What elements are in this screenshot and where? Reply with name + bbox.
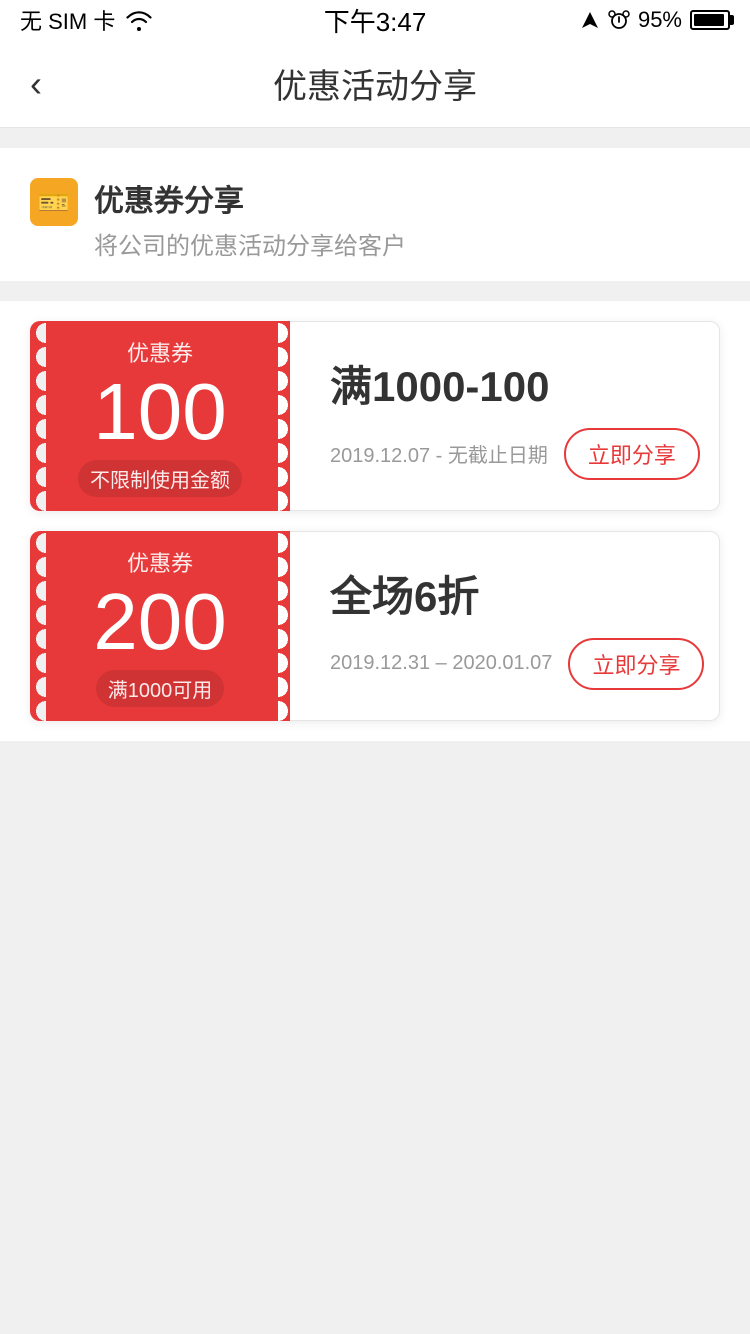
page-title: 优惠活动分享 bbox=[273, 59, 477, 108]
section-subtitle: 将公司的优惠活动分享给客户 bbox=[94, 226, 406, 261]
coupon-left-1: 优惠券 100 不限制使用金额 bbox=[30, 321, 290, 511]
section-header: 🎫 优惠券分享 将公司的优惠活动分享给客户 bbox=[0, 148, 750, 281]
coupon-date-2: 2019.12.31 – 2020.01.07 bbox=[330, 652, 552, 675]
battery-icon bbox=[690, 10, 730, 30]
coupon-condition-1: 不限制使用金额 bbox=[78, 460, 242, 497]
status-time: 下午3:47 bbox=[324, 2, 427, 39]
wifi-icon bbox=[125, 9, 153, 31]
share-button-1[interactable]: 立即分享 bbox=[564, 428, 700, 480]
bottom-area bbox=[0, 741, 750, 1301]
coupon-title-1: 满1000-100 bbox=[330, 353, 689, 414]
coupon-left-2: 优惠券 200 满1000可用 bbox=[30, 531, 290, 721]
nav-bar: ‹ 优惠活动分享 bbox=[0, 40, 750, 128]
coupon-label-1: 优惠券 bbox=[127, 336, 193, 368]
coupon-right-2: 全场6折 2019.12.31 – 2020.01.07 立即分享 bbox=[290, 531, 720, 721]
status-bar: 无 SIM 卡 下午3:47 95% bbox=[0, 0, 750, 40]
coupon-date-1: 2019.12.07 - 无截止日期 bbox=[330, 439, 548, 468]
coupon-amount-2: 200 bbox=[93, 582, 226, 662]
coupon-list: 优惠券 100 不限制使用金额 满1000-100 2019.12.07 - 无… bbox=[0, 301, 750, 741]
section-title: 优惠券分享 bbox=[94, 176, 406, 220]
coupon-meta-1: 2019.12.07 - 无截止日期 立即分享 bbox=[330, 428, 689, 480]
coupon-amount-1: 100 bbox=[93, 372, 226, 452]
location-icon bbox=[580, 10, 600, 30]
battery-percent: 95% bbox=[638, 7, 682, 33]
coupon-right-1: 满1000-100 2019.12.07 - 无截止日期 立即分享 bbox=[290, 321, 720, 511]
share-button-2[interactable]: 立即分享 bbox=[568, 638, 704, 690]
section-icon: 🎫 bbox=[30, 178, 78, 226]
section-text: 优惠券分享 将公司的优惠活动分享给客户 bbox=[94, 176, 406, 261]
carrier-text: 无 SIM 卡 bbox=[20, 4, 115, 36]
back-button[interactable]: ‹ bbox=[30, 63, 42, 105]
alarm-icon bbox=[608, 9, 630, 31]
coupon-card-2: 优惠券 200 满1000可用 全场6折 2019.12.31 – 2020.0… bbox=[30, 531, 720, 721]
coupon-label-2: 优惠券 bbox=[127, 546, 193, 578]
coupon-meta-2: 2019.12.31 – 2020.01.07 立即分享 bbox=[330, 638, 689, 690]
status-right: 95% bbox=[580, 7, 730, 33]
status-left: 无 SIM 卡 bbox=[20, 4, 153, 36]
coupon-condition-2: 满1000可用 bbox=[96, 670, 225, 707]
coupon-card-1: 优惠券 100 不限制使用金额 满1000-100 2019.12.07 - 无… bbox=[30, 321, 720, 511]
coupon-title-2: 全场6折 bbox=[330, 563, 689, 624]
